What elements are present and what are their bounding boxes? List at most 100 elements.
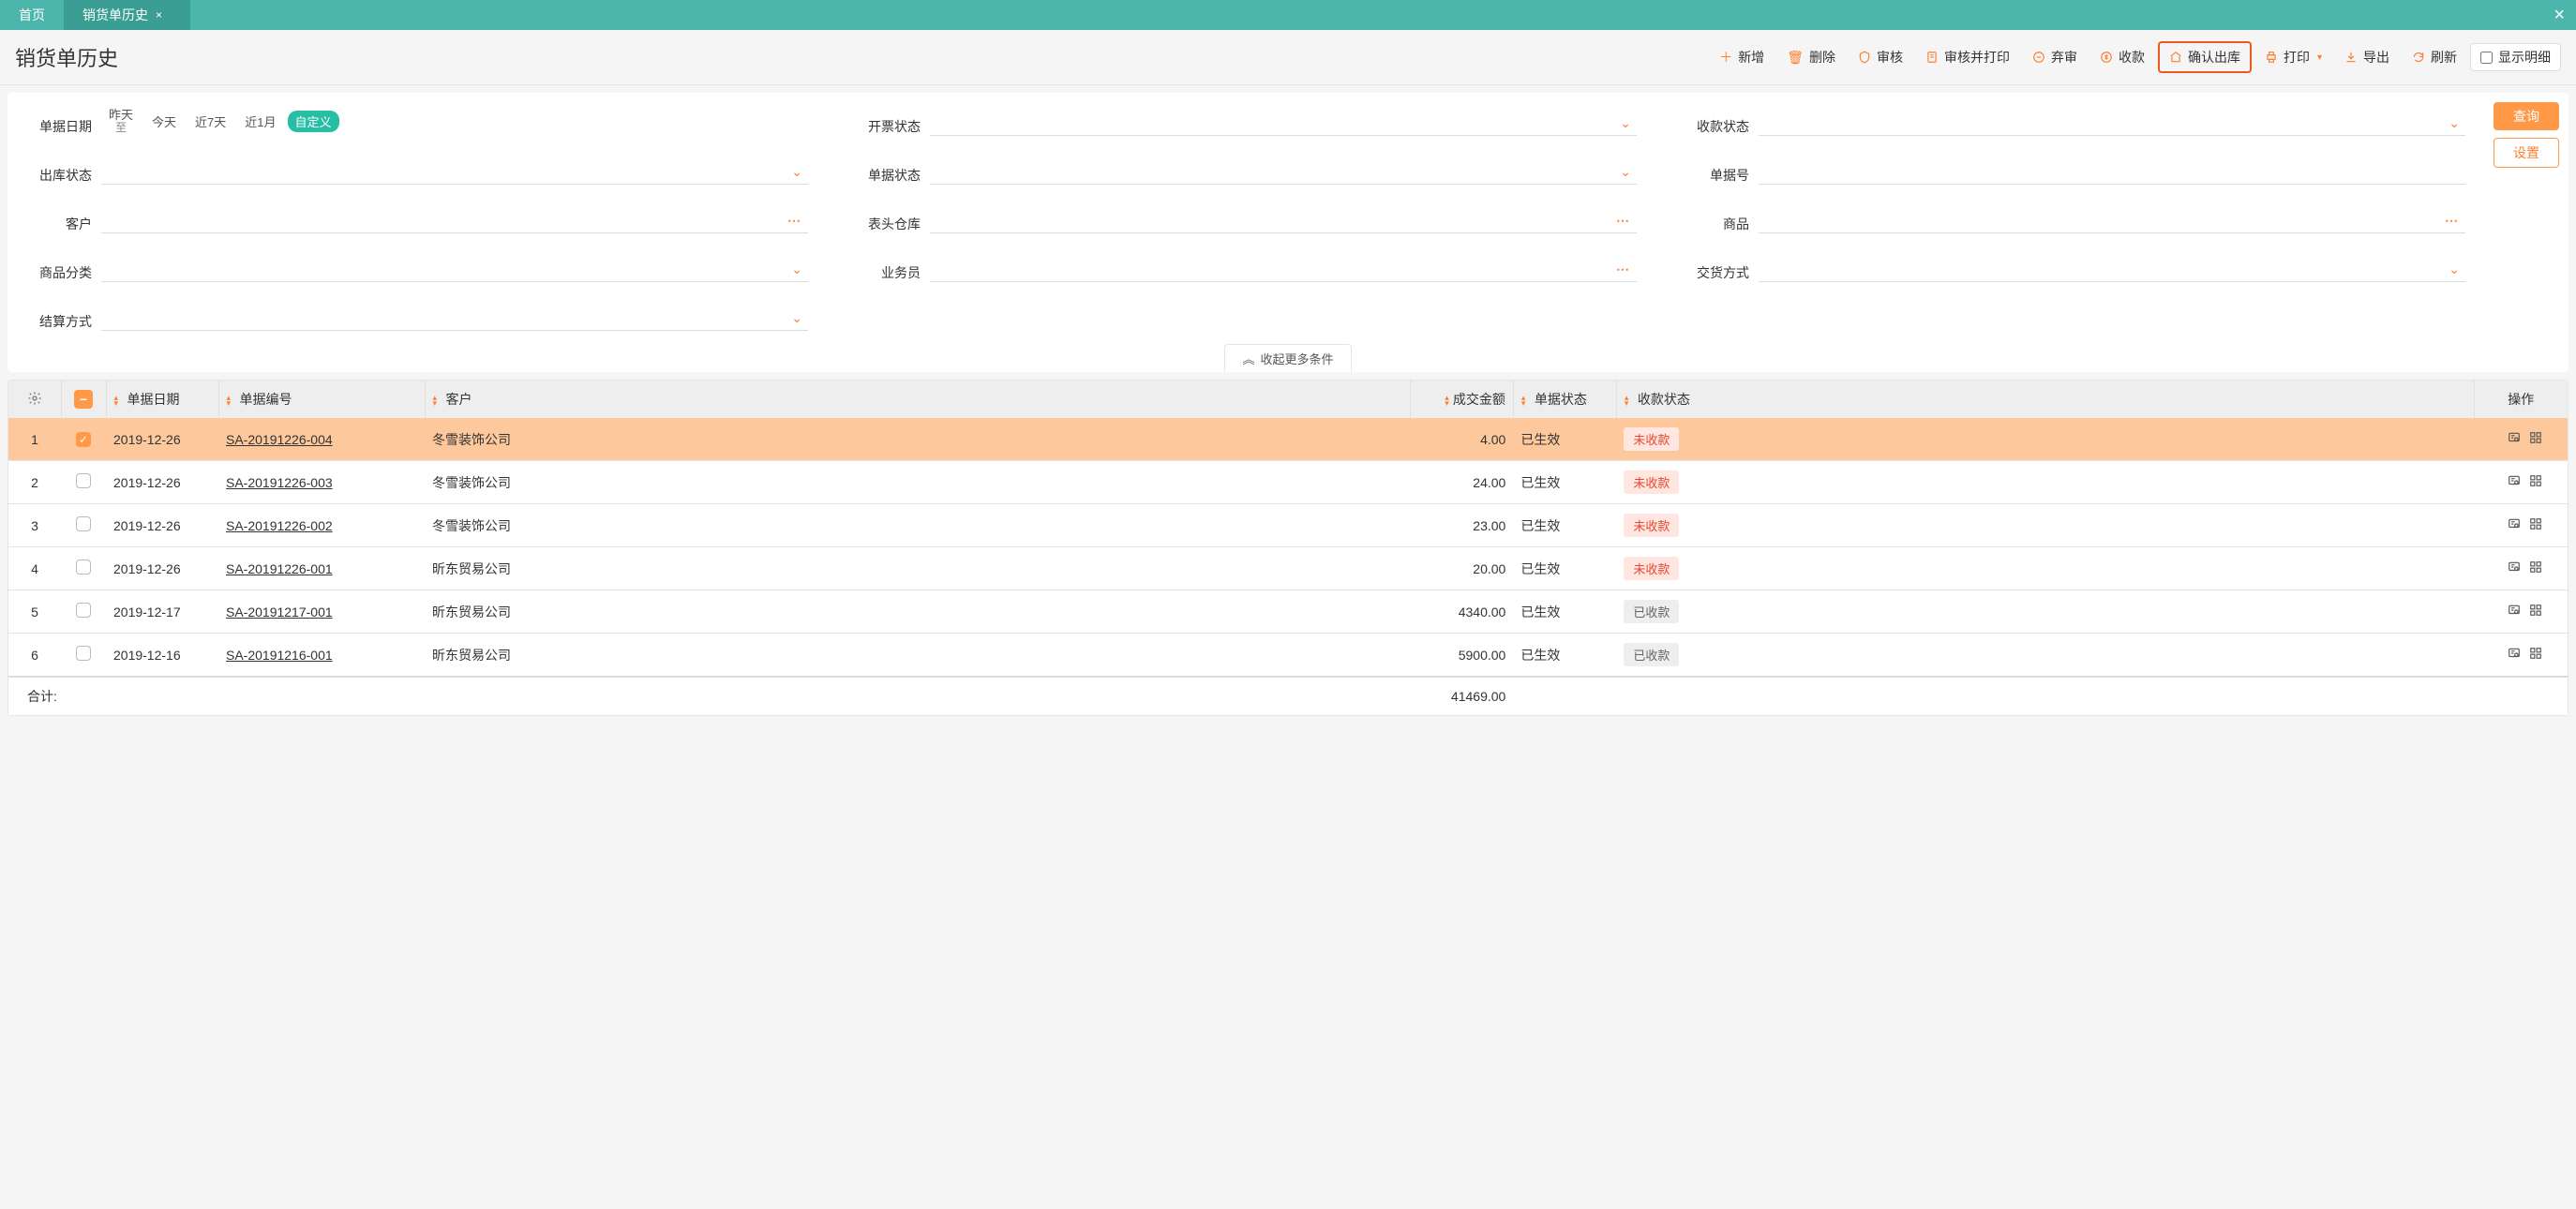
row-more-icon[interactable] (2529, 604, 2542, 617)
row-view-icon[interactable] (2507, 517, 2522, 530)
cell-customer: 冬雪装饰公司 (425, 504, 1410, 547)
chip-yesterday[interactable]: 昨天 至 (101, 107, 141, 136)
col-sn[interactable]: 单据编号 (218, 381, 425, 418)
cell-sn-link[interactable]: SA-20191226-002 (226, 518, 333, 533)
row-more-icon[interactable] (2529, 560, 2542, 574)
row-view-icon[interactable] (2507, 431, 2522, 444)
table-row[interactable]: 12019-12-26SA-20191226-004冬雪装饰公司4.00已生效未… (8, 418, 2568, 461)
chip-today[interactable]: 今天 (144, 111, 184, 132)
col-settings[interactable] (8, 381, 61, 418)
cell-amount: 24.00 (1410, 461, 1513, 504)
filter-doc-status: 单据状态 ⌄ (846, 155, 1637, 194)
cell-doc-status: 已生效 (1513, 461, 1616, 504)
row-checkbox[interactable] (76, 516, 91, 531)
table-row[interactable]: 22019-12-26SA-20191226-003冬雪装饰公司24.00已生效… (8, 461, 2568, 504)
row-checkbox[interactable] (76, 603, 91, 618)
row-checkbox[interactable] (76, 646, 91, 661)
show-detail-checkbox[interactable] (2480, 52, 2493, 64)
row-view-icon[interactable] (2507, 560, 2522, 574)
row-more-icon[interactable] (2529, 431, 2542, 444)
filter-salesman: 业务员 ⋯ (846, 252, 1637, 291)
cell-sn-link[interactable]: SA-20191226-003 (226, 475, 333, 490)
tab-sales-history[interactable]: 销货单历史 × (64, 0, 190, 30)
btn-delete[interactable]: 🗑 删除 (1777, 42, 1845, 72)
filter-input[interactable]: ⌄ (930, 112, 1637, 136)
col-amount[interactable]: 成交金额 (1410, 381, 1513, 418)
col-label: 单据编号 (240, 392, 292, 407)
col-date[interactable]: 单据日期 (106, 381, 218, 418)
filter-input[interactable]: ⋯ (1759, 209, 2465, 233)
cell-doc-status: 已生效 (1513, 418, 1616, 461)
cell-date: 2019-12-26 (106, 547, 218, 590)
chip-7days[interactable]: 近7天 (187, 111, 233, 132)
table-row[interactable]: 62019-12-16SA-20191216-001昕东贸易公司5900.00已… (8, 634, 2568, 678)
row-view-icon[interactable] (2507, 647, 2522, 660)
cell-amount: 20.00 (1410, 547, 1513, 590)
sort-icon (1440, 395, 1449, 406)
filter-input[interactable]: ⌄ (930, 160, 1637, 185)
filter-input[interactable]: ⌄ (101, 258, 808, 282)
cell-sn-link[interactable]: SA-20191226-004 (226, 432, 333, 447)
filter-settlement-method: 结算方式 ⌄ (17, 301, 808, 340)
cell-sn-link[interactable]: SA-20191217-001 (226, 604, 333, 619)
refresh-icon (2412, 51, 2425, 64)
top-tab-bar: 首页 销货单历史 × × (0, 0, 2576, 30)
row-more-icon[interactable] (2529, 517, 2542, 530)
filter-input[interactable]: ⋯ (930, 209, 1637, 233)
filter-input[interactable] (1759, 160, 2465, 185)
filter-input[interactable]: ⋯ (101, 209, 808, 233)
row-view-icon[interactable] (2507, 474, 2522, 487)
btn-receive[interactable]: 收款 (2090, 42, 2154, 72)
filter-label: 商品 (1674, 215, 1749, 233)
filter-input[interactable]: ⋯ (930, 258, 1637, 282)
collapse-filters-toggle[interactable]: ︽ 收起更多条件 (1224, 344, 1351, 372)
filter-input[interactable]: ⌄ (1759, 258, 2465, 282)
row-checkbox[interactable] (76, 560, 91, 575)
toolbar: 销货单历史 ＋ 新增 🗑 删除 审核 审核并打印 弃审 收款 确认出库 (0, 30, 2576, 85)
chevron-down-icon: ⌄ (2443, 261, 2465, 277)
btn-audit-print[interactable]: 审核并打印 (1916, 42, 2019, 72)
btn-export[interactable]: 导出 (2335, 42, 2399, 72)
cell-date: 2019-12-26 (106, 504, 218, 547)
more-icon: ⋯ (1610, 261, 1637, 277)
tab-home[interactable]: 首页 (0, 0, 64, 30)
topbar-close-icon[interactable]: × (2542, 0, 2576, 30)
filter-input[interactable]: ⌄ (1759, 112, 2465, 136)
trash-icon: 🗑 (1787, 50, 1804, 66)
cell-sn-link[interactable]: SA-20191226-001 (226, 561, 333, 576)
col-customer[interactable]: 客户 (425, 381, 1410, 418)
btn-print[interactable]: 打印 ▾ (2255, 42, 2331, 72)
btn-refresh[interactable]: 刷新 (2403, 42, 2466, 72)
btn-audit[interactable]: 审核 (1849, 42, 1912, 72)
btn-refresh-label: 刷新 (2431, 48, 2457, 67)
cell-doc-status: 已生效 (1513, 590, 1616, 634)
table-row[interactable]: 42019-12-26SA-20191226-001昕东贸易公司20.00已生效… (8, 547, 2568, 590)
col-pay-status[interactable]: 收款状态 (1616, 381, 2474, 418)
table-row[interactable]: 52019-12-17SA-20191217-001昕东贸易公司4340.00已… (8, 590, 2568, 634)
row-more-icon[interactable] (2529, 474, 2542, 487)
filter-outbound-status: 出库状态 ⌄ (17, 155, 808, 194)
filter-input[interactable]: ⌄ (101, 306, 808, 331)
toggle-show-detail[interactable]: 显示明细 (2470, 43, 2561, 71)
btn-revoke[interactable]: 弃审 (2023, 42, 2087, 72)
btn-add[interactable]: ＋ 新增 (1710, 42, 1774, 72)
filter-product: 商品 ⋯ (1674, 203, 2465, 243)
row-checkbox[interactable] (76, 473, 91, 488)
sort-icon (114, 395, 124, 406)
table-row[interactable]: 32019-12-26SA-20191226-002冬雪装饰公司23.00已生效… (8, 504, 2568, 547)
chip-custom[interactable]: 自定义 (288, 111, 339, 132)
col-select-all[interactable]: − (61, 381, 106, 418)
col-doc-status[interactable]: 单据状态 (1513, 381, 1616, 418)
chip-1month[interactable]: 近1月 (237, 111, 283, 132)
row-view-icon[interactable] (2507, 604, 2522, 617)
filter-input[interactable]: ⌄ (101, 160, 808, 185)
pay-status-pill: 未收款 (1624, 470, 1679, 494)
tab-close-icon[interactable]: × (156, 8, 162, 22)
row-more-icon[interactable] (2529, 647, 2542, 660)
row-checkbox[interactable] (76, 432, 91, 447)
cell-sn-link[interactable]: SA-20191216-001 (226, 648, 333, 663)
filter-label: 客户 (17, 215, 92, 233)
filter-panel: 查询 设置 单据日期 昨天 至 今天 近7天 近1月 自定义 开票状态 ⌄ 收款… (7, 93, 2569, 372)
btn-confirm-outbound[interactable]: 确认出库 (2158, 41, 2252, 73)
btn-delete-label: 删除 (1809, 48, 1835, 67)
